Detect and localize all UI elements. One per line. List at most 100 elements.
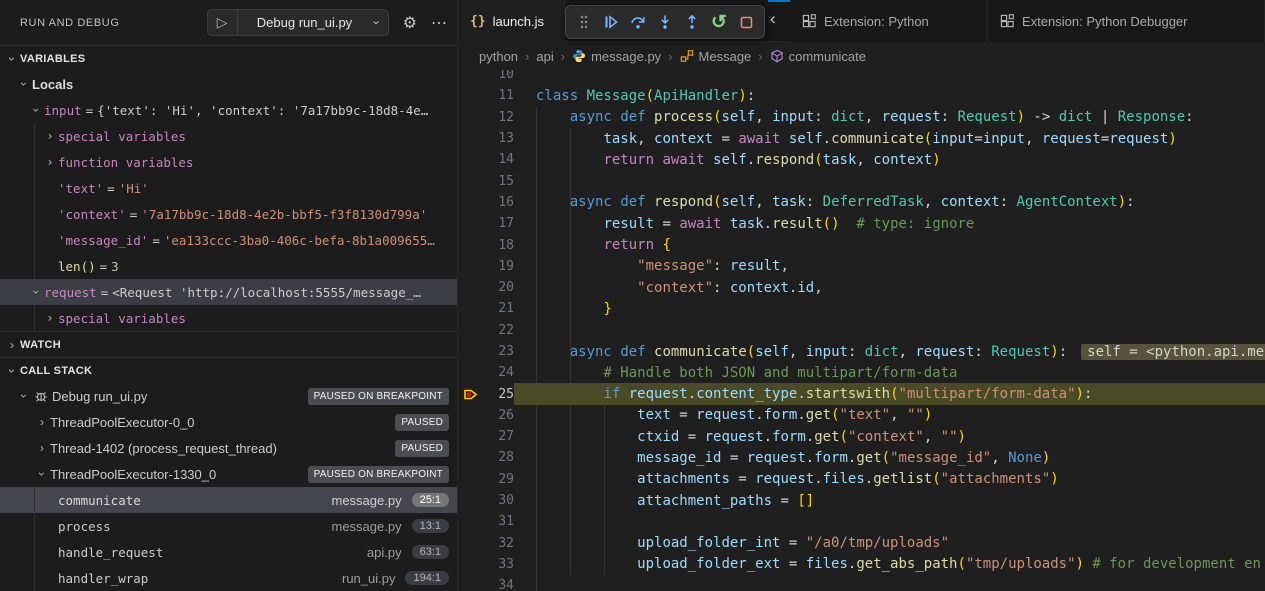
variable-row-request[interactable]: › request = <Request 'http://localhost:5… (0, 279, 457, 305)
chevron-right-icon[interactable]: › (42, 155, 58, 169)
code-line[interactable]: 34 (458, 575, 1265, 591)
gear-icon[interactable]: ⚙ (403, 13, 417, 33)
code-line[interactable]: 18 return { (458, 234, 1265, 255)
code-token: None (1008, 449, 1042, 466)
code-line[interactable]: 20 "context": context. id, (458, 277, 1265, 298)
code-text: "message": result, (514, 256, 1265, 277)
variable-row-context[interactable]: 'context' = '7a17bb9c-18d8-4e2b-bbf5-f3f… (0, 201, 457, 227)
chevron-down-icon[interactable]: › (17, 388, 31, 404)
code-line[interactable]: 15 (458, 170, 1265, 191)
code-line[interactable]: 28 message_id = request. form. get("messag… (458, 447, 1265, 468)
code-line[interactable]: 24 # Handle both JSON and multipart/form… (458, 362, 1265, 383)
variables-section-header[interactable]: › VARIABLES (0, 45, 457, 71)
watch-section-header[interactable]: › WATCH (0, 331, 457, 357)
code-line[interactable]: 16 async def respond(self, task: Deferre… (458, 192, 1265, 213)
thread-row[interactable]: › ThreadPoolExecutor-1330_0 PAUSED ON BR… (0, 461, 457, 487)
breadcrumb-label: api (536, 48, 554, 64)
code-line[interactable]: 17 result = await task. result() # type: … (458, 213, 1265, 234)
chevron-right-icon[interactable]: › (4, 338, 20, 352)
chevron-down-icon[interactable]: › (17, 76, 31, 92)
code-token: () (822, 215, 840, 232)
stop-button[interactable] (735, 10, 757, 34)
start-debug-icon[interactable]: ▷ (208, 10, 238, 35)
stack-frame-row[interactable]: communicate message.py 25:1 (0, 487, 457, 513)
variable-row-input[interactable]: › input = {'text': 'Hi', 'context': '7a1… (0, 97, 457, 123)
chevron-down-icon[interactable]: › (29, 284, 43, 300)
code-line[interactable]: 26 text = request. form. get("text", "") (458, 405, 1265, 426)
code-line[interactable]: 31 (458, 511, 1265, 532)
chevron-down-icon[interactable]: › (5, 51, 19, 67)
breadcrumb-item-class[interactable]: Message (680, 49, 751, 64)
thread-row[interactable]: › ThreadPoolExecutor-0_0 PAUSED (0, 409, 457, 435)
breadcrumb-separator: › (560, 48, 566, 64)
drag-handle-icon[interactable] (573, 10, 595, 34)
code-token: -> (1025, 109, 1059, 126)
debug-session-row[interactable]: › Debug run_ui.py PAUSED ON BREAKPOINT (0, 383, 457, 409)
chevron-right-icon[interactable]: › (34, 441, 50, 455)
code-line[interactable]: 12 async def process(self, input: dict, … (458, 107, 1265, 128)
tab-label: Extension: Python (824, 13, 929, 29)
tab-extension-python[interactable]: Extension: Python (790, 0, 988, 42)
code-line[interactable]: 21 } (458, 298, 1265, 319)
step-into-button[interactable] (654, 10, 676, 34)
code-token: request (628, 386, 688, 403)
debug-config-dropdown[interactable]: ▷ Debug run_ui.py › (206, 9, 389, 36)
code-line[interactable]: 25 if request. content_type. startswith("m… (458, 383, 1265, 405)
breakpoint-paused-icon[interactable] (458, 387, 482, 402)
chevron-down-icon[interactable]: › (5, 363, 19, 379)
continue-button[interactable] (600, 10, 622, 34)
stack-frame-row[interactable]: process message.py 13:1 (0, 513, 457, 539)
variable-row-message-id[interactable]: 'message_id' = 'ea133ccc-3ba0-406c-befa-… (0, 227, 457, 253)
special-variables-row[interactable]: › special variables (0, 123, 457, 149)
more-actions-icon[interactable]: ⋯ (431, 13, 447, 33)
tab-launch-json[interactable]: {} launch.js (458, 0, 565, 42)
breadcrumb-item-file[interactable]: message.py (572, 49, 661, 64)
step-over-button[interactable] (627, 10, 649, 34)
code-line[interactable]: 11 class Message(ApiHandler): (458, 85, 1265, 106)
equals-sign: = (85, 102, 94, 118)
breadcrumb-item-python[interactable]: python (479, 49, 518, 64)
code-token: = (654, 215, 680, 232)
variable-row-len[interactable]: len() = 3 (0, 253, 457, 279)
stack-frame-row[interactable]: handler_wrap run_ui.py 194:1 (0, 565, 457, 591)
chevron-right-icon[interactable]: › (42, 311, 58, 325)
code-line[interactable]: 32 upload_folder_int = "/a0/tmp/uploads" (458, 533, 1265, 554)
breadcrumb-label: python (479, 48, 519, 64)
restart-button[interactable]: ↺ (708, 10, 730, 34)
code-line[interactable]: 23 async def communicate(self, input: di… (458, 341, 1265, 362)
thread-row[interactable]: › Thread-1402 (process_request_thread) P… (0, 435, 457, 461)
code-line[interactable]: 13 task, context = await self. communicat… (458, 128, 1265, 149)
scroll-tabs-left-icon[interactable]: ‹ (770, 9, 776, 29)
code-token: : (713, 258, 730, 275)
chevron-right-icon[interactable]: › (34, 415, 50, 429)
code-line[interactable]: 30 attachment_paths = [] (458, 490, 1265, 511)
chevron-down-icon[interactable]: › (35, 466, 49, 482)
python-file-icon (572, 49, 586, 63)
breadcrumb-item-method[interactable]: communicate (770, 49, 866, 64)
variables-scope-locals[interactable]: › Locals (0, 71, 457, 97)
call-stack-section-header[interactable]: › CALL STACK (0, 357, 457, 383)
code-token: ( (932, 471, 941, 488)
code-line[interactable]: 29 attachments = request. files. getlist("… (458, 469, 1265, 490)
tab-extension-python-debugger[interactable]: Extension: Python Debugger (988, 0, 1265, 42)
step-out-button[interactable] (681, 10, 703, 34)
function-variables-row[interactable]: › function variables (0, 149, 457, 175)
special-variables-row[interactable]: › special variables (0, 305, 457, 331)
code-token: get (805, 407, 832, 424)
chevron-down-icon[interactable]: › (29, 102, 43, 118)
code-line[interactable]: 33 upload_folder_ext = files. get_abs_pat… (458, 554, 1265, 575)
line-number: 34 (498, 578, 514, 591)
chevron-right-icon[interactable]: › (42, 129, 58, 143)
variable-row-text[interactable]: 'text' = 'Hi' (0, 175, 457, 201)
stack-frame-row[interactable]: handle_request api.py 63:1 (0, 539, 457, 565)
code-line[interactable]: 14 return await self. respond(task, conte… (458, 149, 1265, 170)
code-token: task (603, 130, 638, 147)
code-line[interactable]: 27 ctxid = request. form. get("context", "… (458, 426, 1265, 447)
code-line[interactable]: 19 "message": result, (458, 256, 1265, 277)
code-line[interactable]: 22 (458, 320, 1265, 341)
breadcrumb-separator: › (525, 48, 530, 64)
breadcrumb-item-api[interactable]: api (536, 49, 553, 64)
